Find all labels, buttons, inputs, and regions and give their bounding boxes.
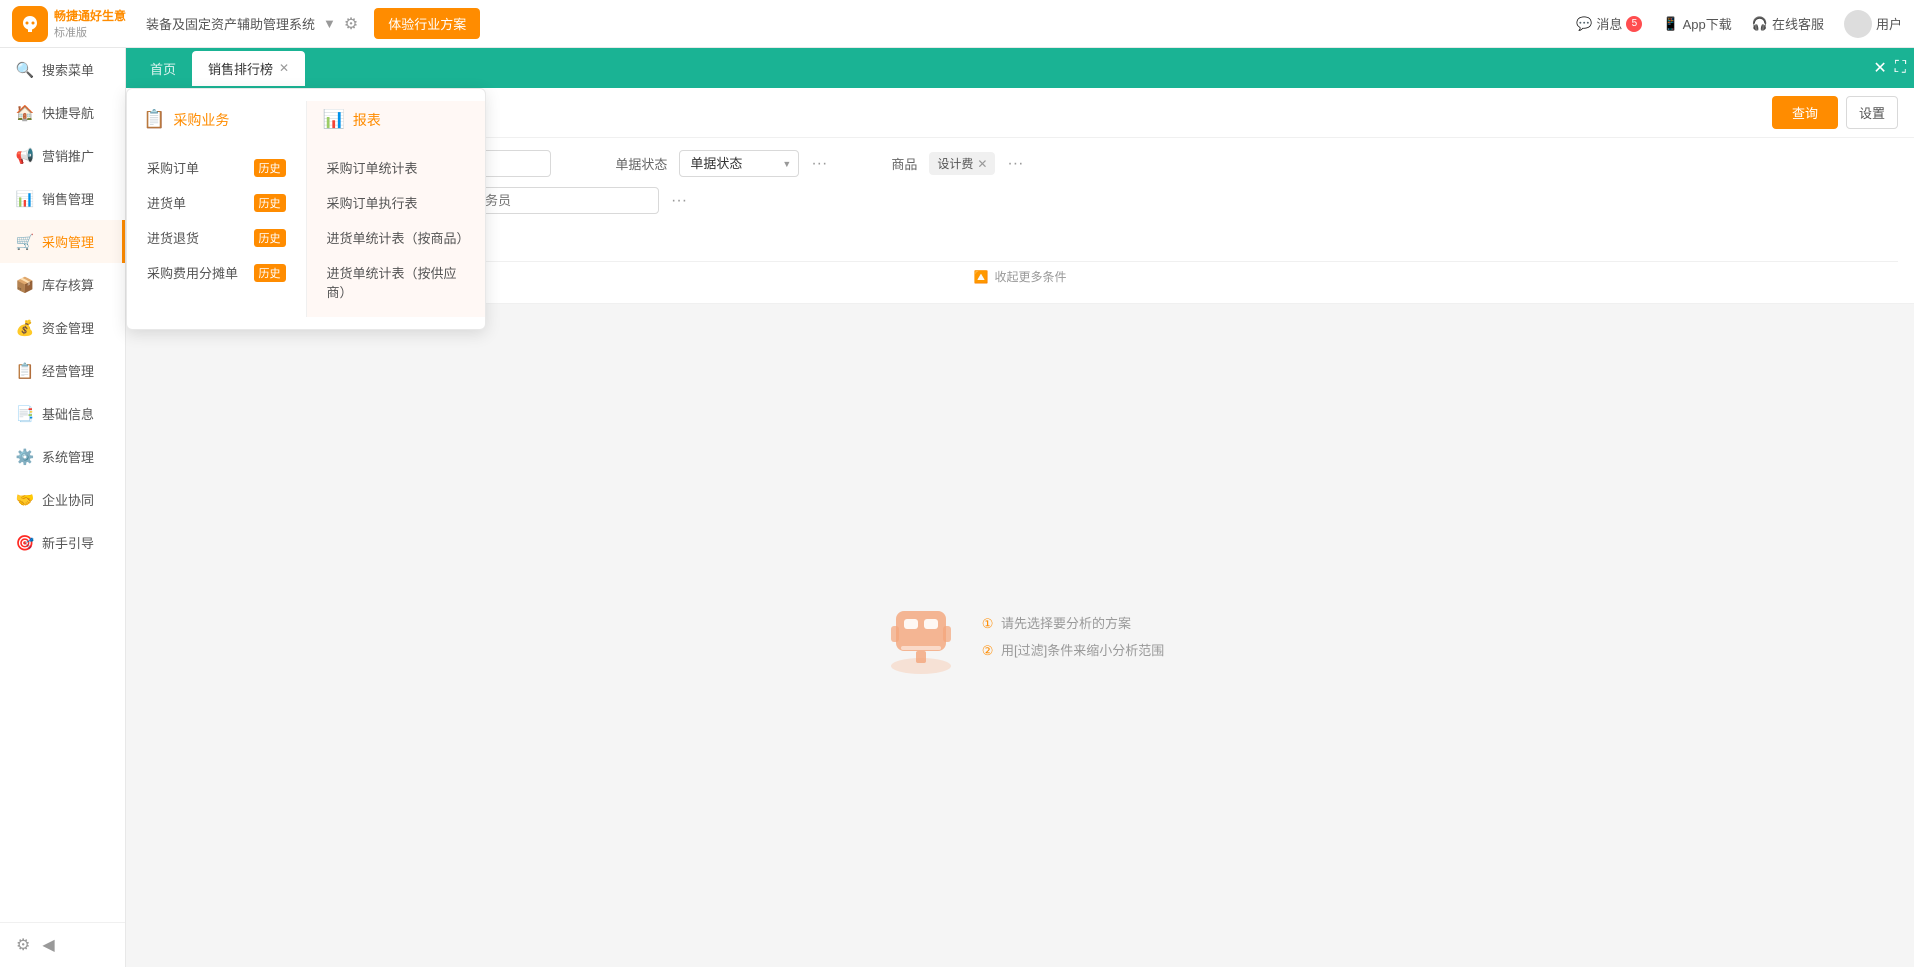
empty-hint-1: ① 请先选择要分析的方案 <box>982 613 1165 632</box>
empty-hint-2: ② 用[过滤]条件来缩小分析范围 <box>982 640 1165 659</box>
capital-icon: 💰 <box>16 319 34 337</box>
sidebar-item-operations[interactable]: 📋 经营管理 <box>0 349 125 392</box>
system-icon: ⚙️ <box>16 448 34 466</box>
purchase-col-icon: 📋 <box>143 109 165 130</box>
sidebar-item-marketing[interactable]: 📢 营销推广 <box>0 134 125 177</box>
menu-item-stock-in[interactable]: 进货单 历史 <box>143 185 290 220</box>
sidebar-collapse-icon[interactable]: ◀ <box>42 935 54 955</box>
search-icon: 🔍 <box>16 61 34 79</box>
history-badge-stock-in: 历史 <box>254 194 286 212</box>
purchase-icon: 🛒 <box>16 233 34 251</box>
salesman-more-icon[interactable]: ··· <box>671 192 687 210</box>
purchase-dropdown-menu: 📋 采购业务 采购订单 历史 进货单 历史 进货退货 历史 采购费用分摊单 <box>126 88 486 330</box>
user-item[interactable]: 用户 <box>1844 10 1902 38</box>
chevron-down-icon[interactable]: ▼ <box>323 16 336 31</box>
guide-icon: 🎯 <box>16 534 34 552</box>
menu-item-purchase-order-stat[interactable]: 采购订单统计表 <box>323 150 470 185</box>
history-badge-purchase-order: 历史 <box>254 159 286 177</box>
tab-home[interactable]: 首页 <box>134 51 192 86</box>
tab-close-icon[interactable]: ✕ <box>279 61 289 75</box>
phone-icon: 📱 <box>1662 16 1678 32</box>
toolbar-right: 查询 设置 <box>1772 96 1898 129</box>
history-badge-stock-return: 历史 <box>254 229 286 247</box>
sidebar-item-guide[interactable]: 🎯 新手引导 <box>0 521 125 564</box>
industry-button[interactable]: 体验行业方案 <box>374 8 480 39</box>
doc-status-select[interactable]: 单据状态 <box>679 150 799 177</box>
menu-item-stock-stat-supplier[interactable]: 进货单统计表（按供应商） <box>323 255 470 309</box>
query-button[interactable]: 查询 <box>1772 96 1838 129</box>
sidebar-item-basic-info[interactable]: 📑 基础信息 <box>0 392 125 435</box>
dropdown-col-purchase: 📋 采购业务 采购订单 历史 进货单 历史 进货退货 历史 采购费用分摊单 <box>127 101 306 317</box>
goods-tag: 设计费 ✕ <box>929 152 995 175</box>
tab-sales-rank[interactable]: 销售排行榜 ✕ <box>192 51 305 86</box>
settings-gear-icon[interactable]: ⚙ <box>344 14 358 34</box>
top-bar: 畅捷通好生意 标准版 装备及固定资产辅助管理系统 ▼ ⚙ 体验行业方案 💬 消息… <box>0 0 1914 48</box>
salesman-input[interactable] <box>461 187 659 214</box>
dropdown-col-report: 📊 报表 采购订单统计表 采购订单执行表 进货单统计表（按商品） 进货单统计表（… <box>307 101 486 317</box>
tab-fullscreen-icon[interactable]: ⛶ <box>1895 59 1906 77</box>
logo-icon <box>12 6 48 42</box>
online-service-item[interactable]: 🎧 在线客服 <box>1752 14 1824 33</box>
sidebar-item-search[interactable]: 🔍 搜索菜单 <box>0 48 125 91</box>
headphone-icon: 🎧 <box>1752 16 1768 32</box>
sidebar-item-sales[interactable]: 📊 销售管理 <box>0 177 125 220</box>
top-right: 💬 消息 5 📱 App下载 🎧 在线客服 用户 <box>1576 10 1902 38</box>
filter-settings-button[interactable]: 设置 <box>1846 96 1898 129</box>
report-col-header: 📊 报表 <box>323 109 470 138</box>
main-content: ① 请先选择要分析的方案 ② 用[过滤]条件来缩小分析范围 <box>126 304 1914 967</box>
enterprise-icon: 🤝 <box>16 491 34 509</box>
sidebar-item-inventory[interactable]: 📦 库存核算 <box>0 263 125 306</box>
message-badge: 5 <box>1626 16 1642 32</box>
sidebar-item-enterprise[interactable]: 🤝 企业协同 <box>0 478 125 521</box>
empty-hints: ① 请先选择要分析的方案 ② 用[过滤]条件来缩小分析范围 <box>982 613 1165 659</box>
sales-icon: 📊 <box>16 190 34 208</box>
history-badge-purchase-fee: 历史 <box>254 264 286 282</box>
inventory-icon: 📦 <box>16 276 34 294</box>
goods-more-icon[interactable]: ··· <box>1007 155 1023 173</box>
menu-item-purchase-fee[interactable]: 采购费用分摊单 历史 <box>143 255 290 290</box>
logo-area: 畅捷通好生意 标准版 <box>12 6 126 42</box>
collapse-up-icon: 🔼 <box>974 270 989 284</box>
message-icon: 💬 <box>1576 16 1592 32</box>
app-download-item[interactable]: 📱 App下载 <box>1662 14 1731 33</box>
dropdown-columns: 📋 采购业务 采购订单 历史 进货单 历史 进货退货 历史 采购费用分摊单 <box>127 101 485 317</box>
system-title: 装备及固定资产辅助管理系统 ▼ ⚙ <box>146 14 358 34</box>
bottom-settings-icon[interactable]: ⚙ <box>16 935 30 955</box>
tab-controls: ✕ ⛶ <box>1873 58 1906 78</box>
marketing-icon: 📢 <box>16 147 34 165</box>
purchase-col-header: 📋 采购业务 <box>143 109 290 138</box>
menu-item-stock-stat-goods[interactable]: 进货单统计表（按商品） <box>323 220 470 255</box>
collapse-label: 收起更多条件 <box>994 268 1066 285</box>
empty-illustration <box>876 591 966 681</box>
report-col-icon: 📊 <box>323 109 345 130</box>
sidebar-item-capital[interactable]: 💰 资金管理 <box>0 306 125 349</box>
sidebar-item-quick-nav[interactable]: 🏠 快捷导航 <box>0 91 125 134</box>
doc-status-label: 单据状态 <box>615 154 667 173</box>
user-avatar <box>1844 10 1872 38</box>
menu-item-purchase-order-exec[interactable]: 采购订单执行表 <box>323 185 470 220</box>
menu-item-stock-return[interactable]: 进货退货 历史 <box>143 220 290 255</box>
basic-info-icon: 📑 <box>16 405 34 423</box>
sidebar-item-system[interactable]: ⚙️ 系统管理 <box>0 435 125 478</box>
doc-status-more-icon[interactable]: ··· <box>811 155 827 173</box>
goods-tag-close-icon[interactable]: ✕ <box>977 157 987 171</box>
tab-close-all-icon[interactable]: ✕ <box>1873 58 1886 78</box>
goods-label: 商品 <box>891 154 917 173</box>
sidebar: 🔍 搜索菜单 🏠 快捷导航 📢 营销推广 📊 销售管理 🛒 采购管理 📦 <box>0 48 126 967</box>
message-item[interactable]: 💬 消息 5 <box>1576 14 1642 33</box>
tab-bar: 首页 销售排行榜 ✕ ✕ ⛶ <box>126 48 1914 88</box>
sidebar-bottom: ⚙ ◀ <box>0 922 125 967</box>
operations-icon: 📋 <box>16 362 34 380</box>
brand-text: 畅捷通好生意 标准版 <box>54 7 126 40</box>
empty-state: ① 请先选择要分析的方案 ② 用[过滤]条件来缩小分析范围 <box>876 591 1165 681</box>
sidebar-item-purchase[interactable]: 🛒 采购管理 <box>0 220 125 263</box>
menu-item-purchase-order[interactable]: 采购订单 历史 <box>143 150 290 185</box>
doc-status-select-wrapper: 单据状态 <box>679 150 799 177</box>
home-icon: 🏠 <box>16 104 34 122</box>
